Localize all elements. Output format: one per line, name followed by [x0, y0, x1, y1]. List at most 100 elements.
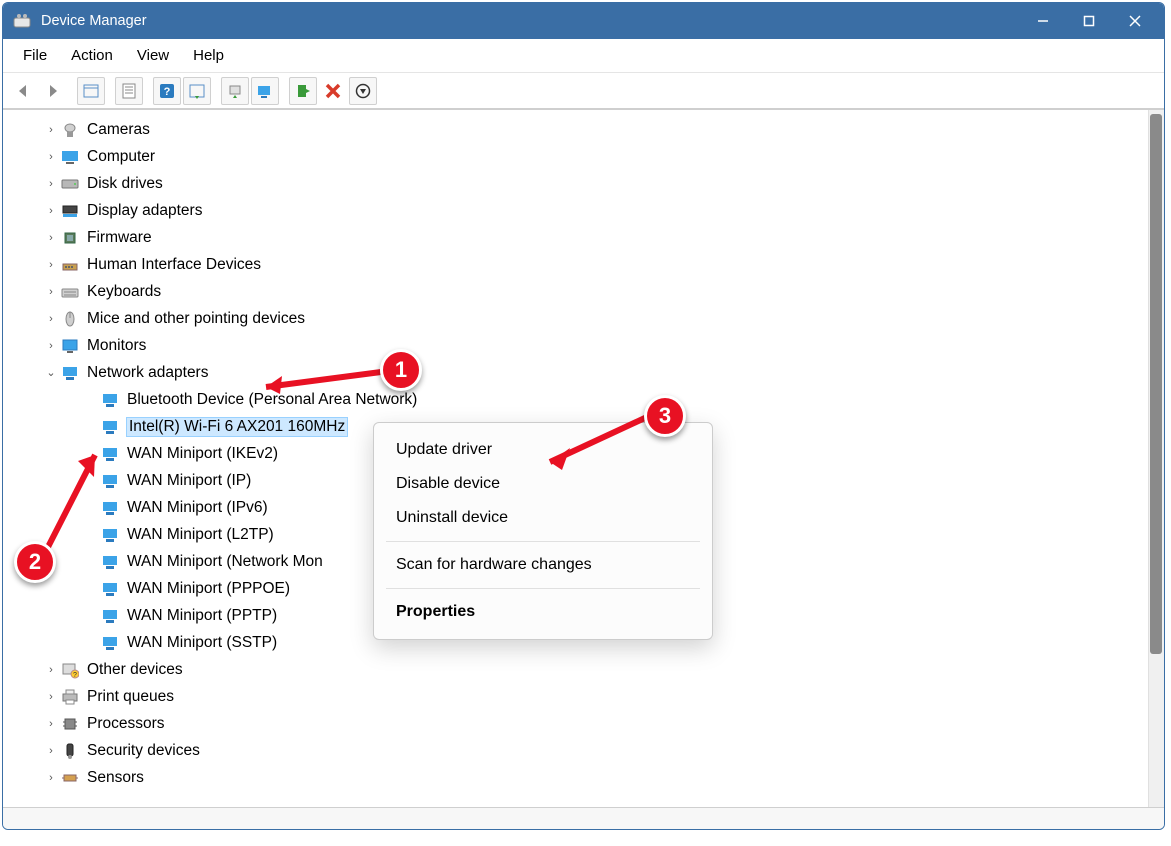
svg-text:?: ?	[73, 672, 77, 679]
tree-category-processors[interactable]: › Processors	[15, 710, 1148, 737]
category-label: Display adapters	[87, 202, 202, 220]
expander-icon[interactable]: ›	[43, 311, 59, 327]
category-label: Firmware	[87, 229, 152, 247]
app-icon	[13, 12, 31, 30]
expander-icon[interactable]: ›	[43, 122, 59, 138]
tree-device-btpan[interactable]: Bluetooth Device (Personal Area Network)	[15, 386, 1148, 413]
menu-help[interactable]: Help	[181, 41, 236, 70]
context-menu-scan[interactable]: Scan for hardware changes	[374, 548, 712, 582]
tree-category-disk[interactable]: › Disk drives	[15, 170, 1148, 197]
context-menu-separator	[386, 588, 700, 589]
scan-hardware-button[interactable]	[251, 77, 279, 105]
tree-category-security[interactable]: › Security devices	[15, 737, 1148, 764]
tree-category-display[interactable]: › Display adapters	[15, 197, 1148, 224]
uninstall-device-button[interactable]	[349, 77, 377, 105]
category-label: Human Interface Devices	[87, 256, 261, 274]
device-label: WAN Miniport (SSTP)	[127, 634, 277, 652]
disk-icon	[61, 175, 79, 193]
menu-file[interactable]: File	[11, 41, 59, 70]
tree-category-mice[interactable]: ›Mice and other pointing devices	[15, 305, 1148, 332]
properties-button[interactable]	[115, 77, 143, 105]
tree-category-sensors[interactable]: › Sensors	[15, 764, 1148, 791]
category-label: Processors	[87, 715, 165, 733]
printer-icon	[61, 688, 79, 706]
context-menu-uninstall[interactable]: Uninstall device	[374, 501, 712, 535]
show-hide-console-button[interactable]	[77, 77, 105, 105]
expander-icon[interactable]: ›	[43, 743, 59, 759]
expander-icon[interactable]: ›	[43, 689, 59, 705]
enable-device-button[interactable]	[289, 77, 317, 105]
vertical-scrollbar[interactable]	[1148, 110, 1164, 807]
expander-icon[interactable]: ›	[43, 149, 59, 165]
statusbar	[3, 807, 1164, 829]
tree-category-firmware[interactable]: › Firmware	[15, 224, 1148, 251]
camera-icon	[61, 121, 79, 139]
tree-category-hid[interactable]: › Human Interface Devices	[15, 251, 1148, 278]
security-icon	[61, 742, 79, 760]
window-title: Device Manager	[41, 13, 1020, 29]
device-label: WAN Miniport (IKEv2)	[127, 445, 278, 463]
category-label: Monitors	[87, 337, 146, 355]
toolbar: ?	[3, 73, 1164, 109]
context-menu-disable[interactable]: Disable device	[374, 467, 712, 501]
tree-category-netadapters[interactable]: ⌄Network adapters	[15, 359, 1148, 386]
device-label: Bluetooth Device (Personal Area Network)	[127, 391, 417, 409]
category-label: Security devices	[87, 742, 200, 760]
hid-icon	[61, 256, 79, 274]
expander-icon[interactable]: ›	[43, 716, 59, 732]
tree-category-monitors[interactable]: › Monitors	[15, 332, 1148, 359]
update-driver-button[interactable]	[221, 77, 249, 105]
close-button[interactable]	[1112, 3, 1158, 39]
annotation-badge-2: 2	[14, 541, 56, 583]
expander-icon[interactable]: ⌄	[43, 365, 59, 381]
network-adapter-icon	[101, 445, 119, 463]
back-button[interactable]	[9, 77, 37, 105]
expander-icon[interactable]: ›	[43, 230, 59, 246]
expander-icon[interactable]: ›	[43, 257, 59, 273]
menu-action[interactable]: Action	[59, 41, 125, 70]
device-label: WAN Miniport (PPPOE)	[127, 580, 290, 598]
annotation-badge-3: 3	[644, 395, 686, 437]
network-adapter-icon	[101, 499, 119, 517]
device-manager-window: Device Manager File Action View Help ? ›…	[2, 2, 1165, 830]
tree-category-other[interactable]: ›?Other devices	[15, 656, 1148, 683]
minimize-button[interactable]	[1020, 3, 1066, 39]
device-label: WAN Miniport (PPTP)	[127, 607, 277, 625]
disable-device-button[interactable]	[319, 77, 347, 105]
menubar: File Action View Help	[3, 39, 1164, 73]
context-menu-properties[interactable]: Properties	[374, 595, 712, 629]
tree-category-computer[interactable]: › Computer	[15, 143, 1148, 170]
expander-icon[interactable]: ›	[43, 662, 59, 678]
category-label: Print queues	[87, 688, 174, 706]
tree-category-keyboards[interactable]: ›Keyboards	[15, 278, 1148, 305]
titlebar[interactable]: Device Manager	[3, 3, 1164, 39]
network-adapter-icon	[101, 607, 119, 625]
action-button[interactable]	[183, 77, 211, 105]
category-label: Disk drives	[87, 175, 163, 193]
device-label: WAN Miniport (L2TP)	[127, 526, 274, 544]
category-label: Computer	[87, 148, 155, 166]
menu-view[interactable]: View	[125, 41, 181, 70]
forward-button[interactable]	[39, 77, 67, 105]
context-menu-update[interactable]: Update driver	[374, 433, 712, 467]
maximize-button[interactable]	[1066, 3, 1112, 39]
category-label: Sensors	[87, 769, 144, 787]
other-icon: ?	[61, 661, 79, 679]
expander-icon[interactable]: ›	[43, 203, 59, 219]
computer-icon	[61, 148, 79, 166]
network-adapter-icon	[101, 526, 119, 544]
network-adapter-icon	[101, 418, 119, 436]
network-adapter-icon	[101, 580, 119, 598]
help-button[interactable]: ?	[153, 77, 181, 105]
expander-icon[interactable]: ›	[43, 284, 59, 300]
expander-icon[interactable]: ›	[43, 338, 59, 354]
scrollbar-thumb[interactable]	[1150, 114, 1162, 654]
keyboard-icon	[61, 283, 79, 301]
monitor-icon	[61, 337, 79, 355]
chip-icon	[61, 229, 79, 247]
expander-icon[interactable]: ›	[43, 176, 59, 192]
cpu-icon	[61, 715, 79, 733]
expander-icon[interactable]: ›	[43, 770, 59, 786]
tree-category-cameras[interactable]: ›Cameras	[15, 116, 1148, 143]
tree-category-printq[interactable]: › Print queues	[15, 683, 1148, 710]
